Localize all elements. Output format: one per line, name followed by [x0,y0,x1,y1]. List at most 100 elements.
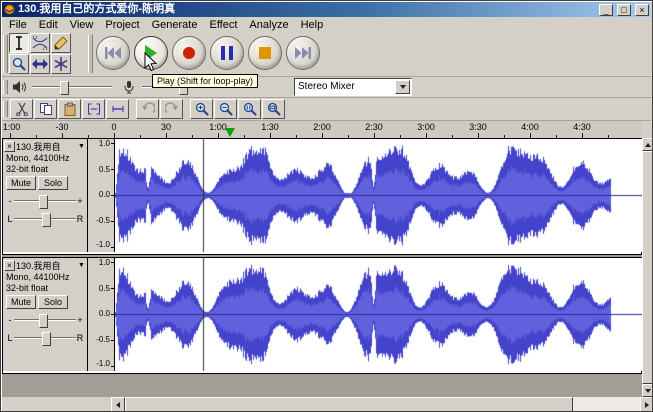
stop-icon [259,47,271,59]
scale-label: 1.0 [98,139,110,148]
vertical-scroll-thumb[interactable] [642,151,652,384]
skip-to-end-button[interactable] [286,36,320,70]
track-menu-arrow-icon[interactable]: ▼ [77,143,86,150]
solo-button[interactable]: Solo [38,176,68,190]
output-volume-thumb[interactable] [60,81,69,95]
track-2-waveform[interactable] [115,258,642,371]
mute-button[interactable]: Mute [6,176,36,190]
vertical-scrollbar[interactable] [642,138,652,397]
draw-tool-button[interactable] [51,33,71,53]
scroll-right-button[interactable] [640,397,652,411]
menu-effect[interactable]: Effect [203,18,243,32]
fit-project-icon [267,102,281,116]
gain-plus-label: + [77,314,83,325]
menu-view[interactable]: View [64,18,100,32]
track-1-vertical-ruler: 1.0 0.5 0.0 -0.5 -1.0 [88,139,115,252]
output-volume-slider[interactable] [32,80,112,95]
pan-thumb[interactable] [42,212,51,227]
fit-project-button[interactable] [262,99,285,119]
zoom-out-button[interactable] [214,99,237,119]
horizontal-scroll-thumb[interactable] [125,397,573,411]
redo-icon [164,102,178,114]
multi-tool-button[interactable] [51,54,71,74]
pan-left-label: L [7,213,13,224]
menu-analyze[interactable]: Analyze [243,18,294,32]
gain-thumb[interactable] [39,313,48,328]
input-source-select[interactable]: Stereo Mixer [294,78,412,96]
tools-toolbar-gripper[interactable] [3,35,8,73]
tracks-area: × 130.我用自 ▼ Mono, 44100Hz 32-bit float M… [2,138,642,397]
pan-slider[interactable] [14,331,76,346]
trim-button[interactable] [82,99,105,119]
speaker-icon [13,81,26,93]
transport-toolbar-gripper[interactable] [88,35,93,73]
ruler-label: -30 [55,122,69,132]
pause-button[interactable] [210,36,244,70]
time-shift-tool-button[interactable] [30,54,50,74]
track-2: × 130.我用自 ▼ Mono, 44100Hz 32-bit float M… [2,257,642,374]
gain-slider[interactable] [14,194,76,209]
mixer-toolbar: Stereo Mixer [2,77,651,98]
zoom-tool-button[interactable] [9,54,29,74]
copy-icon [39,103,52,115]
record-button[interactable] [172,36,206,70]
gain-slider[interactable] [14,313,76,328]
copy-button[interactable] [34,99,57,119]
edit-toolbar-gripper[interactable] [3,101,8,117]
ruler-label: 2:30 [365,122,383,132]
play-tooltip: Play (Shift for loop-play) [152,74,259,88]
fit-selection-button[interactable] [238,99,261,119]
horizontal-scrollbar[interactable] [111,397,652,411]
pan-slider[interactable] [14,212,76,227]
scale-label: 0.0 [98,309,110,318]
stop-button[interactable] [248,36,282,70]
menu-bar: File Edit View Project Generate Effect A… [2,17,651,32]
scroll-left-button[interactable] [111,397,125,411]
menu-project[interactable]: Project [99,18,145,32]
paste-button[interactable] [58,99,81,119]
ruler-label: 4:30 [573,122,591,132]
silence-button[interactable] [106,99,129,119]
ruler-label: 2:00 [313,122,331,132]
menu-help[interactable]: Help [295,18,330,32]
track-title: 130.我用自 [16,261,61,271]
track-close-button[interactable]: × [4,260,15,271]
minimize-button[interactable]: _ [599,3,613,16]
solo-button[interactable]: Solo [38,295,68,309]
maximize-button[interactable]: □ [617,3,631,16]
skip-to-start-button[interactable] [96,36,130,70]
scroll-down-button[interactable] [642,384,652,397]
menu-edit[interactable]: Edit [33,18,64,32]
cut-icon [15,102,28,116]
track-1-waveform[interactable] [115,139,642,252]
envelope-tool-button[interactable] [30,33,50,53]
output-volume-groove [32,86,112,88]
skip-to-start-icon [105,47,121,59]
zoom-in-button[interactable] [190,99,213,119]
selection-tool-button[interactable] [9,33,29,53]
ruler-label: 30 [160,122,172,132]
pan-thumb[interactable] [42,331,51,346]
ruler-label: 0 [111,122,117,132]
redo-button[interactable] [160,99,183,119]
pause-icon [221,46,233,60]
transport-toolbar [88,32,362,76]
scroll-up-button[interactable] [642,138,652,151]
menu-file[interactable]: File [3,18,33,32]
track-close-button[interactable]: × [4,141,15,152]
timeline-ruler[interactable]: -1:00 -30 0 30 1:00 1:30 2:00 2:30 3:00 3:30 4:00 4… [2,121,642,139]
track-sample-depth: 32-bit float [6,283,49,293]
gain-thumb[interactable] [39,194,48,209]
menu-generate[interactable]: Generate [146,18,204,32]
draw-tool-icon [54,36,68,50]
mute-button[interactable]: Mute [6,295,36,309]
zoom-in-icon [195,102,209,116]
track-format: Mono, 44100Hz [6,272,70,282]
close-button[interactable]: × [635,3,649,16]
mixer-toolbar-gripper[interactable] [3,80,8,94]
input-source-dropdown-button[interactable] [395,80,410,94]
undo-button[interactable] [136,99,159,119]
cut-button[interactable] [10,99,33,119]
track-menu-arrow-icon[interactable]: ▼ [77,262,86,269]
track-1-control-panel: × 130.我用自 ▼ Mono, 44100Hz 32-bit float M… [3,139,88,252]
